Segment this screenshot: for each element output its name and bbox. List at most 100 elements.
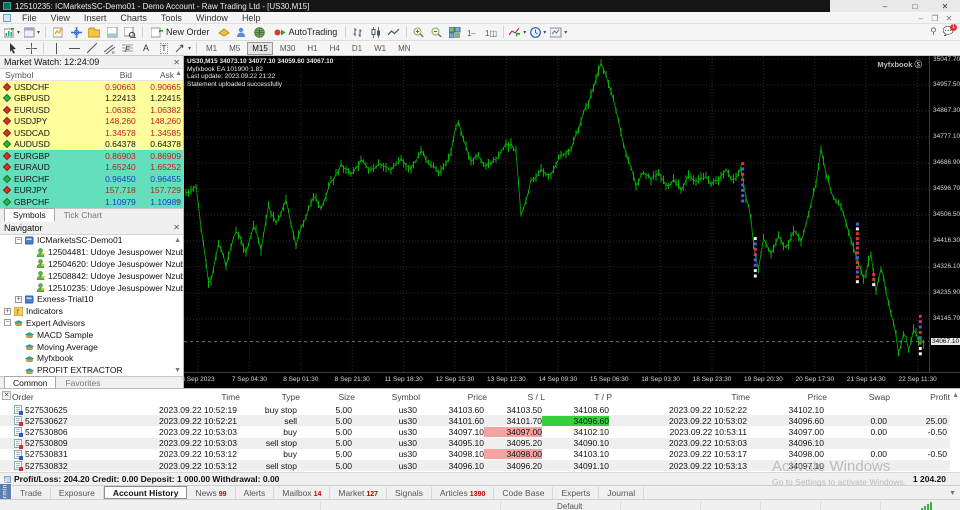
zoom-in-button[interactable] <box>411 25 427 39</box>
market-watch-row[interactable]: USDJPY 148.260 148.260 <box>0 115 183 127</box>
terminal-tab-news[interactable]: News 99 <box>187 486 236 500</box>
market-watch-header[interactable]: Market Watch: 12:24:09 ✕ <box>0 56 183 69</box>
column-header-time[interactable]: Time <box>612 392 750 404</box>
timeframe-m5-button[interactable]: M5 <box>224 42 245 55</box>
community-button[interactable] <box>234 25 250 39</box>
column-header-symbol[interactable]: Symbol <box>355 392 420 404</box>
menu-item-tools[interactable]: Tools <box>154 12 189 24</box>
column-header-price[interactable]: Price <box>750 392 827 404</box>
order-row[interactable]: 527530832 2023.09.22 10:53:12 sell stop 5.0… <box>0 459 950 472</box>
order-row[interactable]: 527530809 2023.09.22 10:53:03 sell stop 5.0… <box>0 437 950 449</box>
navigator-close-icon[interactable]: ✕ <box>173 223 180 232</box>
new-chart-button[interactable]: ▾ <box>3 25 21 39</box>
zoom-out-button[interactable] <box>429 25 445 39</box>
column-header-price[interactable]: Price <box>420 392 487 404</box>
profile-selector[interactable]: Default <box>557 502 582 510</box>
navigator-item[interactable]: 12504481: Udoye Jesuspower Nzube- <box>0 246 183 258</box>
candlestick-mode-button[interactable] <box>368 25 384 39</box>
navigator-item[interactable]: MACD Sample <box>0 329 183 341</box>
label-button[interactable]: T <box>156 41 172 55</box>
tab-symbols[interactable]: Symbols <box>4 207 55 222</box>
timeframe-h1-button[interactable]: H1 <box>302 42 322 55</box>
terminal-side-label[interactable]: Terminal <box>0 479 11 505</box>
menu-item-insert[interactable]: Insert <box>77 12 114 24</box>
menu-item-help[interactable]: Help <box>235 12 268 24</box>
menu-item-file[interactable]: File <box>15 12 44 24</box>
bar-chart-mode-button[interactable] <box>350 25 366 39</box>
column-header-profit[interactable]: Profit <box>890 392 950 404</box>
maximize-button[interactable]: □ <box>900 2 930 11</box>
crosshair-button[interactable] <box>23 41 39 55</box>
menu-item-charts[interactable]: Charts <box>113 12 154 24</box>
navigator-toggle-button[interactable] <box>86 25 102 39</box>
column-header-sl[interactable]: S / L <box>487 392 545 404</box>
scroll-up-icon[interactable]: ▲ <box>952 392 959 399</box>
terminal-tab-exposure[interactable]: Exposure <box>51 486 104 500</box>
terminal-tab-signals[interactable]: Signals <box>387 486 432 500</box>
navigator-item[interactable]: Moving Average <box>0 341 183 353</box>
vertical-line-button[interactable] <box>48 41 64 55</box>
child-close-button[interactable]: ✕ <box>942 14 956 23</box>
order-row[interactable]: 527530806 2023.09.22 10:53:03 buy 5.00 us30 3… <box>0 426 950 438</box>
navigator-item[interactable]: − ICMarketsSC-Demo01 <box>0 235 183 247</box>
market-watch-row[interactable]: USDCHF 0.90663 0.90665 <box>0 81 183 93</box>
market-watch-row[interactable]: EURAUD 1.65240 1.65252 <box>0 161 183 173</box>
collapse-icon[interactable]: − <box>15 236 22 244</box>
menu-item-view[interactable]: View <box>44 12 77 24</box>
equidistant-channel-button[interactable]: e <box>102 41 118 55</box>
market-watch-row[interactable]: EURUSD 1.06382 1.06382 <box>0 104 183 116</box>
market-watch-row[interactable]: AUDUSD 0.64378 0.64378 <box>0 138 183 150</box>
navigator-header[interactable]: Navigator ✕ <box>0 221 183 235</box>
market-watch-row[interactable]: GBPCHF 1.10979 1.10989 <box>0 196 183 208</box>
market-watch-row[interactable]: GBPUSD 1.22413 1.22415 <box>0 92 183 104</box>
market-watch-row[interactable]: EURGBP 0.86903 0.86909 <box>0 150 183 162</box>
price-axis[interactable]: 35047.70 34957.50 34867.30 34777.10 34686.90… <box>929 56 960 372</box>
arrange-windows-button[interactable]: 1⎯ <box>465 25 481 39</box>
profiles-button[interactable]: ▾ <box>23 25 41 39</box>
column-header-time[interactable]: Time <box>110 392 240 404</box>
expand-icon[interactable]: + <box>15 295 22 303</box>
child-restore-button[interactable]: ❐ <box>928 14 942 23</box>
collapse-icon[interactable]: − <box>4 319 11 327</box>
market-watch-toggle-button[interactable] <box>50 25 66 39</box>
market-watch-close-icon[interactable]: ✕ <box>173 58 180 67</box>
periods-button[interactable]: ▾ <box>529 25 547 39</box>
templates-button[interactable]: ▾ <box>549 25 568 39</box>
timeframe-m1-button[interactable]: M1 <box>201 42 222 55</box>
navigator-item[interactable]: 12510235: Udoye Jesuspower Nzube- <box>0 282 183 294</box>
toolbox-toggle-button[interactable] <box>104 25 120 39</box>
terminal-tab-experts[interactable]: Experts <box>553 486 600 500</box>
text-button[interactable]: A <box>138 41 154 55</box>
minimize-button[interactable]: – <box>870 2 900 11</box>
terminal-tab-trade[interactable]: Trade <box>12 486 51 500</box>
tab-tick-chart[interactable]: Tick Chart <box>55 208 111 222</box>
indicators-button[interactable]: ▾ <box>508 25 527 39</box>
time-axis[interactable]: 6 Sep 2023 7 Sep 04:30 8 Sep 01:30 8 Sep 21… <box>181 372 960 388</box>
navigator-item[interactable]: PROFIT EXTRACTOR <box>0 364 183 375</box>
strategy-tester-toggle-button[interactable] <box>122 25 138 39</box>
scroll-up-icon[interactable]: ▲ <box>174 237 181 244</box>
tabs-overflow-icon[interactable]: ▼ <box>949 490 956 497</box>
scroll-down-icon[interactable]: ▼ <box>174 199 181 206</box>
terminal-tab-code-base[interactable]: Code Base <box>494 486 554 500</box>
navigator-item[interactable]: + Exness-Trial10 <box>0 293 183 305</box>
terminal-tab-articles[interactable]: Articles 1390 <box>432 486 495 500</box>
navigator-item[interactable]: Myfxbook <box>0 352 183 364</box>
timeframe-h4-button[interactable]: H4 <box>325 42 345 55</box>
timeframe-w1-button[interactable]: W1 <box>369 42 391 55</box>
terminal-close-icon[interactable]: ✕ <box>2 391 11 400</box>
market-watch-row[interactable]: EURJPY 157.718 157.729 <box>0 184 183 196</box>
shapes-button[interactable]: ▾ <box>174 41 192 55</box>
navigator-item[interactable]: + f Indicators <box>0 305 183 317</box>
fibonacci-button[interactable]: F <box>120 41 136 55</box>
order-row[interactable]: 527530627 2023.09.22 10:52:21 sell 5.00 us30… <box>0 415 950 427</box>
candlestick-chart[interactable] <box>184 56 929 372</box>
timeframe-m15-button[interactable]: M15 <box>247 41 273 55</box>
line-chart-mode-button[interactable] <box>386 25 402 39</box>
market-watch-row[interactable]: USDCAD 1.34578 1.34585 <box>0 127 183 139</box>
horizontal-line-button[interactable] <box>66 41 82 55</box>
navigator-item[interactable]: − Expert Advisors <box>0 317 183 329</box>
market-watch-row[interactable]: EURCHF 0.96450 0.96455 <box>0 173 183 185</box>
navigator-item[interactable]: 12504620: Udoye Jesuspower Nzube- <box>0 258 183 270</box>
market-watch-column-header[interactable]: Symbol Bid Ask ▲ <box>0 69 183 81</box>
